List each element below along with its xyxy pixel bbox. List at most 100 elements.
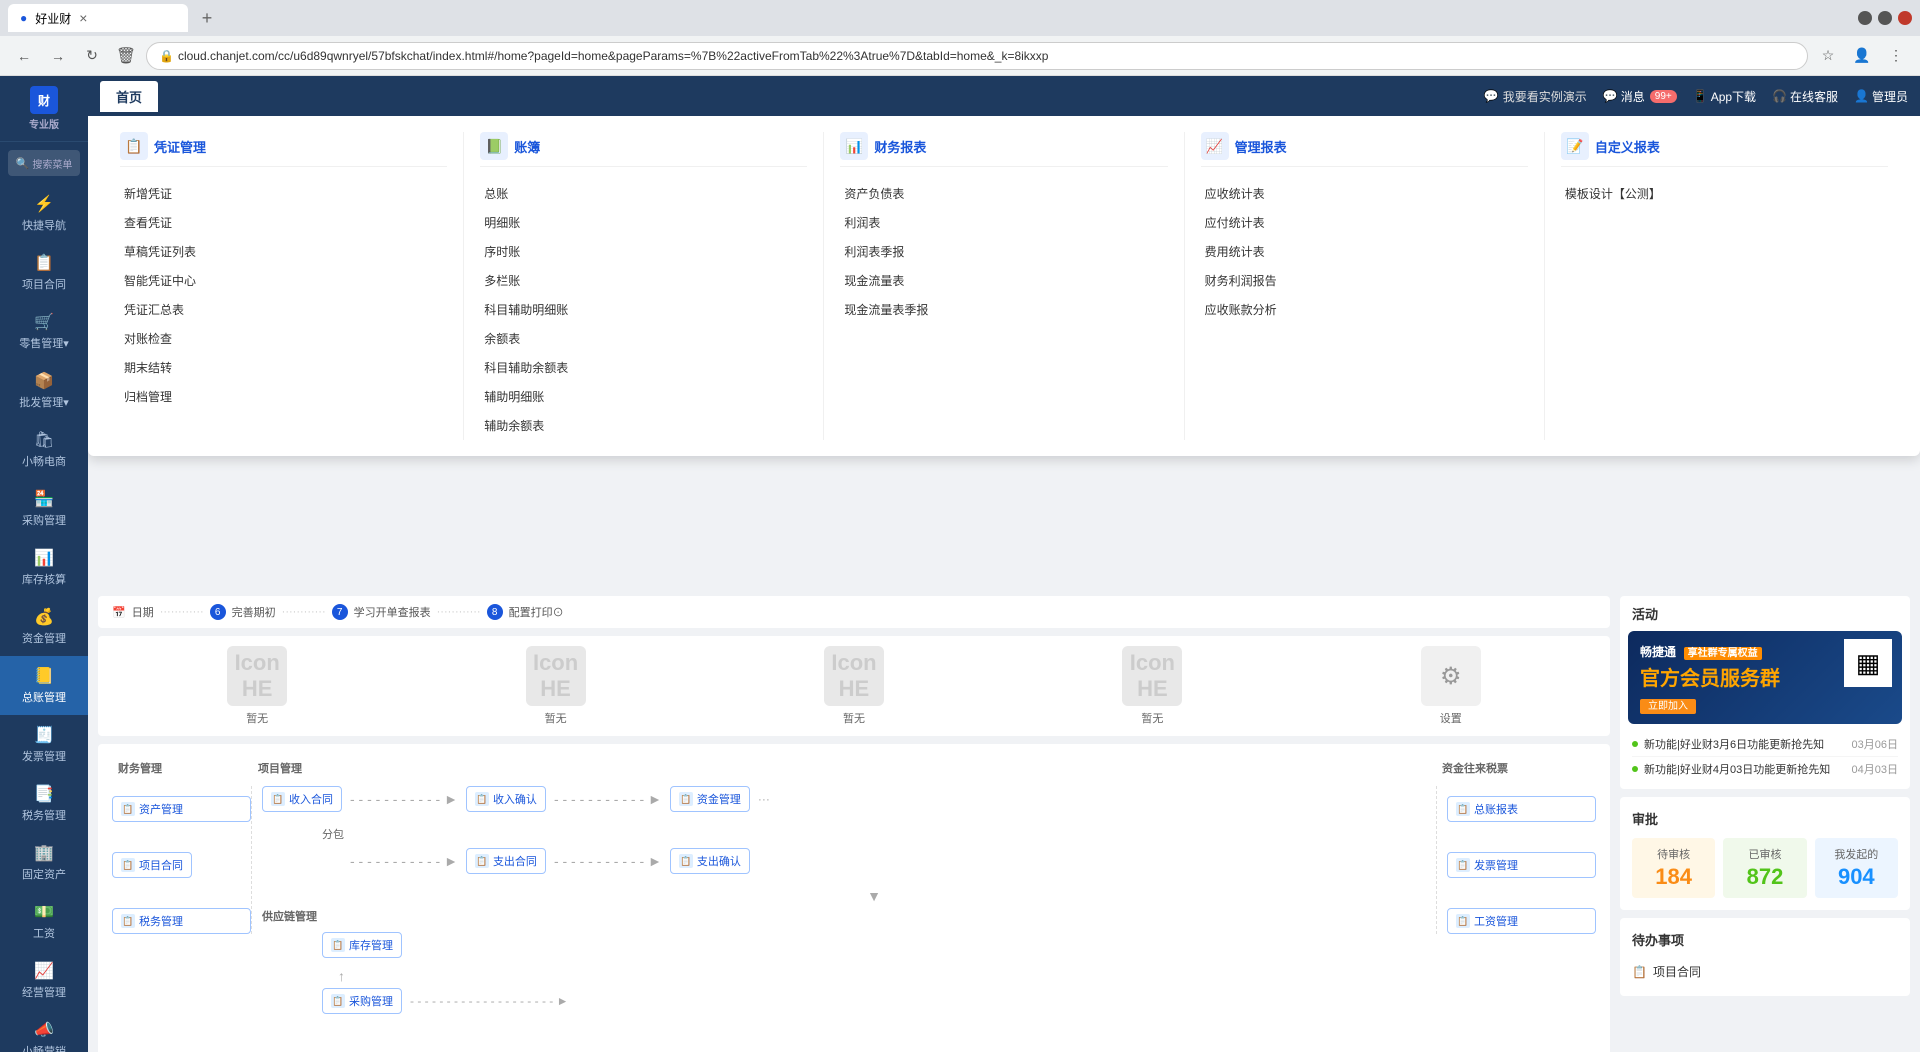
tab-close-button[interactable]: × [79, 10, 87, 26]
forward-button[interactable]: → [44, 42, 72, 70]
menu-balance-sheet[interactable]: 资产负债表 [840, 179, 1167, 208]
approval-panel: 审批 待审核 184 已审核 872 我发起的 [1620, 797, 1910, 910]
sidebar-item-purchase-mgmt[interactable]: 🏪 采购管理 [0, 479, 88, 538]
approval-sent-card[interactable]: 我发起的 904 [1815, 838, 1898, 898]
menu-income-statement[interactable]: 利润表 [840, 208, 1167, 237]
menu-button[interactable]: ⋮ [1882, 42, 1910, 70]
browser-chrome: ● 好业财 × + [0, 0, 1920, 36]
menu-multi-col-ledger[interactable]: 多栏账 [480, 266, 807, 295]
menu-general-ledger[interactable]: 总账 [480, 179, 807, 208]
sidebar-item-xiaochang-ecom[interactable]: 🛍 小畅电商 [0, 420, 88, 479]
purchase-mgmt-node[interactable]: 📋 采购管理 [322, 988, 402, 1014]
profile-button[interactable]: 👤 [1848, 42, 1876, 70]
sidebar-item-label: 小畅营销 [22, 1043, 66, 1052]
approval-done-card[interactable]: 已审核 872 [1723, 838, 1806, 898]
capital-mgmt-node[interactable]: 📋 总账报表 [1447, 796, 1596, 822]
shortcut-icon-2[interactable]: IconHE 暂无 [526, 646, 586, 726]
maximize-button[interactable] [1878, 11, 1892, 25]
search-menu-button[interactable]: 🔍 搜索菜单 [8, 150, 80, 176]
steps-bar: 📅 日期 ············ 6 完善期初 ············ 7 … [98, 596, 1610, 628]
sidebar-item-general-ledger[interactable]: 📒 总账管理 [0, 656, 88, 715]
expense-contract-node[interactable]: 📋 支出合同 [466, 848, 546, 874]
menu-smart-voucher[interactable]: 智能凭证中心 [120, 266, 447, 295]
sidebar-item-retail-mgmt[interactable]: 🛒 零售管理▾ [0, 302, 88, 361]
approval-pending-card[interactable]: 待审核 184 [1632, 838, 1715, 898]
project-contract-node[interactable]: 📋 收入合同 [262, 786, 342, 812]
income-contract-node[interactable]: 📋 收入确认 [466, 786, 546, 812]
menu-cash-flow[interactable]: 现金流量表 [840, 266, 1167, 295]
menu-financial-profit-report[interactable]: 财务利润报告 [1201, 266, 1528, 295]
minimize-button[interactable] [1858, 11, 1872, 25]
financial-report-col-title: 财务报表 [874, 137, 926, 156]
menu-receivable-stats[interactable]: 应收统计表 [1201, 179, 1528, 208]
salary-mgmt-node[interactable]: 📋 税务管理 [112, 908, 251, 934]
sidebar-item-fixed-assets[interactable]: 🏢 固定资产 [0, 833, 88, 892]
menu-archive[interactable]: 归档管理 [120, 382, 447, 411]
shortcut-icon-3[interactable]: IconHE 暂无 [824, 646, 884, 726]
user-name: 管理员 [1872, 88, 1908, 105]
join-btn[interactable]: 立即加入 [1640, 697, 1890, 712]
menu-sequential-ledger[interactable]: 序时账 [480, 237, 807, 266]
menu-cash-flow-quarterly[interactable]: 现金流量表季报 [840, 295, 1167, 324]
demo-link[interactable]: 💬 我要看实例演示 [1484, 88, 1587, 105]
sidebar-item-ops-mgmt[interactable]: 📈 经营管理 [0, 951, 88, 1010]
menu-reconciliation[interactable]: 对账检查 [120, 324, 447, 353]
notification-button[interactable]: 💬 消息 99+ [1603, 88, 1677, 105]
general-ledger-report-node[interactable]: 📋 项目合同 [112, 852, 192, 878]
expense-row: - - - - - - - - - - - ► 📋 支出合同 - - - - -… [262, 848, 1426, 874]
online-service-button[interactable]: 🎧 在线客服 [1772, 88, 1838, 105]
sidebar-item-inventory-calc[interactable]: 📊 库存核算 [0, 538, 88, 597]
bookmark-button[interactable]: ☆ [1814, 42, 1842, 70]
menu-template-design[interactable]: 模板设计【公测】 [1561, 179, 1888, 208]
new-tab-button[interactable]: + [194, 5, 220, 31]
tax-mgmt-flow-node[interactable]: 📋 工资管理 [1447, 908, 1596, 934]
asset-mgmt-node[interactable]: 📋 资产管理 [112, 796, 251, 822]
sidebar-item-salary[interactable]: 💵 工资 [0, 892, 88, 951]
shortcut-settings[interactable]: ⚙ 设置 [1421, 646, 1481, 726]
sidebar-item-quick-nav[interactable]: ⚡ 快捷导航 [0, 184, 88, 243]
todo-item-project-contract[interactable]: 📋 项目合同 [1632, 959, 1898, 984]
sidebar-item-tax-mgmt[interactable]: 📑 税务管理 [0, 774, 88, 833]
app-download-label: App下载 [1711, 88, 1756, 105]
sidebar-item-invoice-mgmt[interactable]: 🧾 发票管理 [0, 715, 88, 774]
address-bar[interactable]: 🔒 cloud.chanjet.com/cc/u6d89qwnryel/57bf… [146, 42, 1808, 70]
menu-new-voucher[interactable]: 新增凭证 [120, 179, 447, 208]
menu-receivable-analysis[interactable]: 应收账款分析 [1201, 295, 1528, 324]
user-profile-button[interactable]: 👤 管理员 [1854, 88, 1908, 105]
activity-panel: 活动 畅捷通 享社群专属权益 官方会员服务群 ▦ 立即加入 [1620, 596, 1910, 789]
sidebar-item-xiaochang-marketing[interactable]: 📣 小畅营销 [0, 1010, 88, 1052]
menu-period-end[interactable]: 期末结转 [120, 353, 447, 382]
refresh-button[interactable]: ↻ [78, 42, 106, 70]
dropdown-col-custom-report: 📝 自定义报表 模板设计【公测】 [1545, 132, 1904, 440]
expense-confirm-node[interactable]: 📋 支出确认 [670, 848, 750, 874]
sidebar-item-wholesale-mgmt[interactable]: 📦 批发管理▾ [0, 361, 88, 420]
settings-label: 设置 [1440, 710, 1462, 726]
menu-income-quarterly[interactable]: 利润表季报 [840, 237, 1167, 266]
shortcut-icon-4[interactable]: IconHE 暂无 [1122, 646, 1182, 726]
sidebar-item-project-contract[interactable]: 📋 项目合同 [0, 243, 88, 302]
menu-detail-ledger[interactable]: 明细账 [480, 208, 807, 237]
activity-item-2: 新功能|好业财4月03日功能更新抢先知 04月03日 [1632, 757, 1898, 781]
menu-subject-aux-balance[interactable]: 科目辅助余额表 [480, 353, 807, 382]
menu-balance-table[interactable]: 余额表 [480, 324, 807, 353]
menu-view-voucher[interactable]: 查看凭证 [120, 208, 447, 237]
menu-voucher-summary[interactable]: 凭证汇总表 [120, 295, 447, 324]
app-download-button[interactable]: 📱 App下载 [1693, 88, 1756, 105]
shortcut-icon-1[interactable]: IconHE 暂无 [227, 646, 287, 726]
browser-tab[interactable]: ● 好业财 × [8, 4, 188, 32]
tax-flow-icon: 📋 [1456, 914, 1470, 928]
menu-subject-aux-detail[interactable]: 科目辅助明细账 [480, 295, 807, 324]
income-confirm-node[interactable]: 📋 资金管理 [670, 786, 750, 812]
back-button[interactable]: ← [10, 42, 38, 70]
menu-aux-balance[interactable]: 辅助余额表 [480, 411, 807, 440]
invoice-mgmt-flow-node[interactable]: 📋 发票管理 [1447, 852, 1596, 878]
inventory-mgmt-node[interactable]: 📋 库存管理 [322, 932, 402, 958]
close-button[interactable] [1898, 11, 1912, 25]
menu-aux-detail[interactable]: 辅助明细账 [480, 382, 807, 411]
sidebar-item-fund-mgmt[interactable]: 💰 资金管理 [0, 597, 88, 656]
delete-button[interactable]: 🗑 [112, 42, 140, 70]
home-tab[interactable]: 首页 [100, 81, 158, 112]
menu-draft-voucher-list[interactable]: 草稿凭证列表 [120, 237, 447, 266]
menu-payable-stats[interactable]: 应付统计表 [1201, 208, 1528, 237]
menu-expense-stats[interactable]: 费用统计表 [1201, 237, 1528, 266]
